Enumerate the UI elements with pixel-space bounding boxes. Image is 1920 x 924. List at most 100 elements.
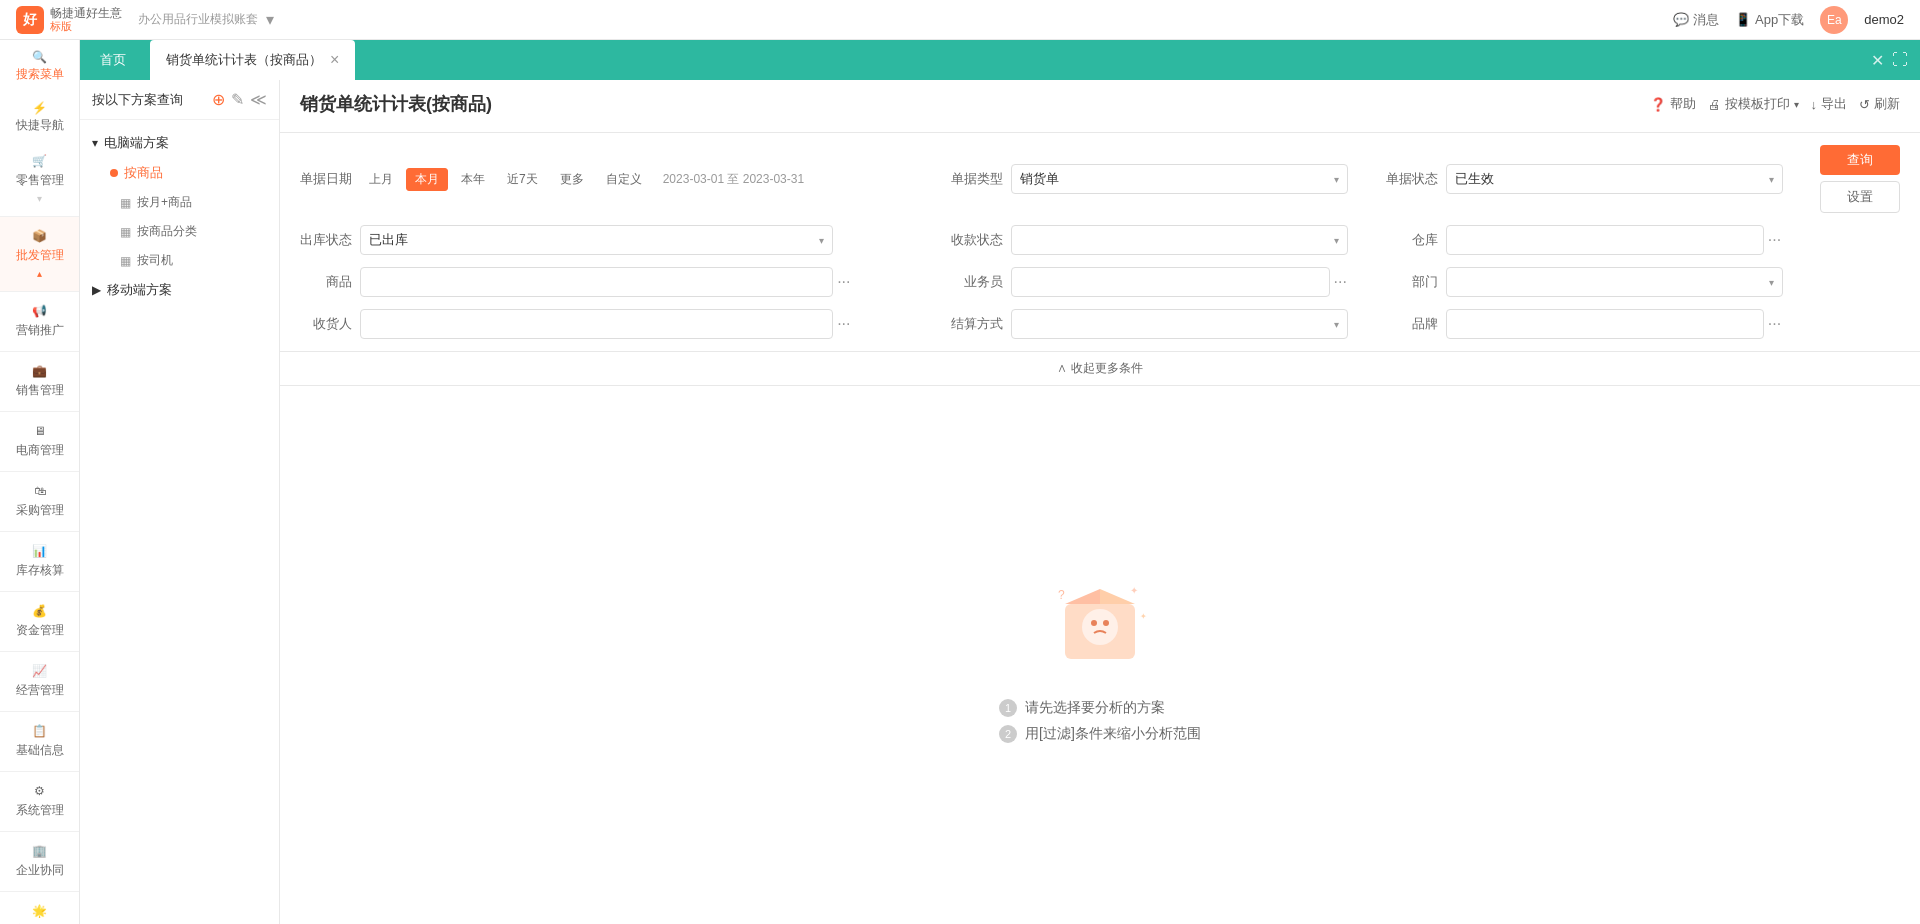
- sidebar-item-system[interactable]: ⚙ 系统管理: [0, 772, 79, 832]
- user-name[interactable]: demo2: [1864, 12, 1904, 27]
- date-tab-prev-month[interactable]: 上月: [360, 168, 402, 191]
- scheme-item-by-driver[interactable]: ▦ 按司机: [80, 246, 279, 275]
- stock-status-dropdown[interactable]: 已出库 ▾: [360, 225, 833, 255]
- settings-button[interactable]: 设置: [1820, 181, 1900, 213]
- filter-dept: 部门 ▾: [1386, 267, 1820, 297]
- sidebar-item-sales[interactable]: 💼 销售管理: [0, 352, 79, 412]
- goods-input[interactable]: [360, 267, 833, 297]
- warehouse-input[interactable]: [1446, 225, 1764, 255]
- sidebar-item-inventory[interactable]: 📊 库存核算: [0, 532, 79, 592]
- doc-status-arrow-icon: ▾: [1769, 174, 1774, 185]
- staff-more-icon[interactable]: ···: [1334, 273, 1347, 291]
- recipient-label: 收货人: [300, 315, 360, 333]
- add-scheme-button[interactable]: ⊕: [212, 90, 225, 109]
- payment-status-dropdown[interactable]: ▾: [1011, 225, 1348, 255]
- recipient-input[interactable]: [360, 309, 833, 339]
- scheme-group-mobile-title[interactable]: ▶ 移动端方案: [80, 275, 279, 305]
- page-title: 销货单统计计表(按商品): [300, 92, 492, 116]
- collapse-bar[interactable]: ∧ 收起更多条件: [280, 352, 1920, 386]
- filter-row-4: 收货人 ··· 结算方式: [300, 309, 1900, 339]
- payment-status-control: ▾: [1011, 225, 1385, 255]
- ecommerce-icon: 🖥: [34, 424, 46, 438]
- system-icon: ⚙: [34, 784, 45, 798]
- sidebar-search[interactable]: 🔍 搜索菜单: [0, 40, 79, 93]
- app-download-button[interactable]: 📱 App下载: [1735, 11, 1804, 29]
- date-range: 2023-03-01 至 2023-03-31: [663, 171, 804, 188]
- sidebar-quicknav[interactable]: ⚡ 快捷导航: [0, 93, 79, 142]
- query-button[interactable]: 查询: [1820, 145, 1900, 175]
- group-arrow-icon: ▾: [92, 136, 98, 150]
- filter-payment-method: 结算方式 ▾: [951, 309, 1385, 339]
- wholesale-arrow: ▴: [37, 268, 42, 279]
- dept-dropdown[interactable]: ▾: [1446, 267, 1783, 297]
- tab-active[interactable]: 销货单统计计表（按商品） ×: [150, 40, 355, 80]
- sidebar-item-purchase[interactable]: 🛍 采购管理: [0, 472, 79, 532]
- tab-close-all-button[interactable]: ✕: [1871, 51, 1884, 70]
- svg-text:✦: ✦: [1130, 585, 1138, 596]
- filter-doc-status: 单据状态 已生效 ▾: [1386, 164, 1820, 194]
- staff-control: ···: [1011, 267, 1385, 297]
- filter-wrapper: 单据日期 上月 本月 本年 近7天 更多: [280, 133, 1920, 386]
- collapse-panel-button[interactable]: ≪: [250, 90, 267, 109]
- wholesale-icon: 📦: [32, 229, 47, 243]
- scheme-item-by-goods[interactable]: 按商品: [80, 158, 279, 188]
- svg-text:✦: ✦: [1140, 612, 1147, 621]
- date-tab-cur-month[interactable]: 本月: [406, 168, 448, 191]
- help-button[interactable]: ❓ 帮助: [1650, 95, 1696, 113]
- tab-maximize-button[interactable]: ⛶: [1892, 51, 1908, 69]
- sidebar-item-base[interactable]: 📋 基础信息: [0, 712, 79, 772]
- refresh-button[interactable]: ↺ 刷新: [1859, 95, 1900, 113]
- sidebar-item-enterprise[interactable]: 🏢 企业协同: [0, 832, 79, 892]
- tab-actions: ✕ ⛶: [1871, 51, 1920, 70]
- date-tab-more[interactable]: 更多: [551, 168, 593, 191]
- svg-point-5: [1103, 620, 1109, 626]
- empty-text-item-1: 1 请先选择要分析的方案: [999, 699, 1201, 717]
- scheme-item-by-category[interactable]: ▦ 按商品分类: [80, 217, 279, 246]
- scheme-group-desktop: ▾ 电脑端方案 按商品 ▦ 按月+商品 ▦ 按: [80, 128, 279, 275]
- date-tab-cur-year[interactable]: 本年: [452, 168, 494, 191]
- avatar[interactable]: Ea: [1820, 6, 1848, 34]
- scheme-item-by-month-goods[interactable]: ▦ 按月+商品: [80, 188, 279, 217]
- brand-more-icon[interactable]: ···: [1768, 315, 1781, 333]
- recipient-more-icon[interactable]: ···: [837, 315, 850, 333]
- filter-date: 单据日期 上月 本月 本年 近7天 更多: [300, 168, 951, 191]
- search-icon: 🔍: [32, 50, 47, 64]
- goods-more-icon[interactable]: ···: [837, 273, 850, 291]
- doc-type-arrow-icon: ▾: [1334, 174, 1339, 185]
- staff-input[interactable]: [1011, 267, 1329, 297]
- sidebar-item-ecommerce[interactable]: 🖥 电商管理: [0, 412, 79, 472]
- enterprise-icon: 🏢: [32, 844, 47, 858]
- brand-input[interactable]: [1446, 309, 1764, 339]
- page-header-top: 销货单统计计表(按商品) ❓ 帮助 🖨 按模板打印 ▾: [300, 92, 1900, 116]
- date-tab-custom[interactable]: 自定义: [597, 168, 651, 191]
- payment-method-dropdown[interactable]: ▾: [1011, 309, 1348, 339]
- tab-close-button[interactable]: ×: [330, 52, 339, 68]
- filter-row-2: 出库状态 已出库 ▾ 收款状态: [300, 225, 1900, 255]
- edit-scheme-button[interactable]: ✎: [231, 90, 244, 109]
- empty-step-2-num: 2: [999, 725, 1017, 743]
- doc-type-dropdown[interactable]: 销货单 ▾: [1011, 164, 1348, 194]
- top-bar: 好 畅捷通好生意 标版 办公用品行业模拟账套 ▾ 💬 消息 📱 App下载 Ea…: [0, 0, 1920, 40]
- filter-row-1: 单据日期 上月 本月 本年 近7天 更多: [300, 145, 1900, 213]
- export-button[interactable]: ↓ 导出: [1811, 95, 1848, 113]
- dept-control: ▾: [1446, 267, 1820, 297]
- tab-home[interactable]: 首页: [80, 40, 146, 80]
- warehouse-more-icon[interactable]: ···: [1768, 231, 1781, 249]
- doc-status-dropdown[interactable]: 已生效 ▾: [1446, 164, 1783, 194]
- dept-arrow-icon: ▾: [1769, 277, 1774, 288]
- sidebar-item-guide[interactable]: 🌟 新手引导: [0, 892, 79, 924]
- payment-status-label: 收款状态: [951, 231, 1011, 249]
- sidebar-item-retail[interactable]: 🛒 零售管理 ▾: [0, 142, 79, 217]
- sidebar-item-wholesale[interactable]: 📦 批发管理 ▴: [0, 217, 79, 292]
- sidebar-item-marketing[interactable]: 📢 营销推广: [0, 292, 79, 352]
- template-print-button[interactable]: 🖨 按模板打印 ▾: [1708, 95, 1799, 113]
- app-dropdown-icon[interactable]: ▾: [266, 10, 274, 29]
- date-tab-7days[interactable]: 近7天: [498, 168, 547, 191]
- message-button[interactable]: 💬 消息: [1673, 11, 1719, 29]
- date-label: 单据日期: [300, 170, 360, 188]
- sidebar-item-finance[interactable]: 💰 资金管理: [0, 592, 79, 652]
- dept-label: 部门: [1386, 273, 1446, 291]
- left-panel-header: 按以下方案查询 ⊕ ✎ ≪: [80, 80, 279, 120]
- sidebar-item-ops[interactable]: 📈 经营管理: [0, 652, 79, 712]
- scheme-group-desktop-title[interactable]: ▾ 电脑端方案: [80, 128, 279, 158]
